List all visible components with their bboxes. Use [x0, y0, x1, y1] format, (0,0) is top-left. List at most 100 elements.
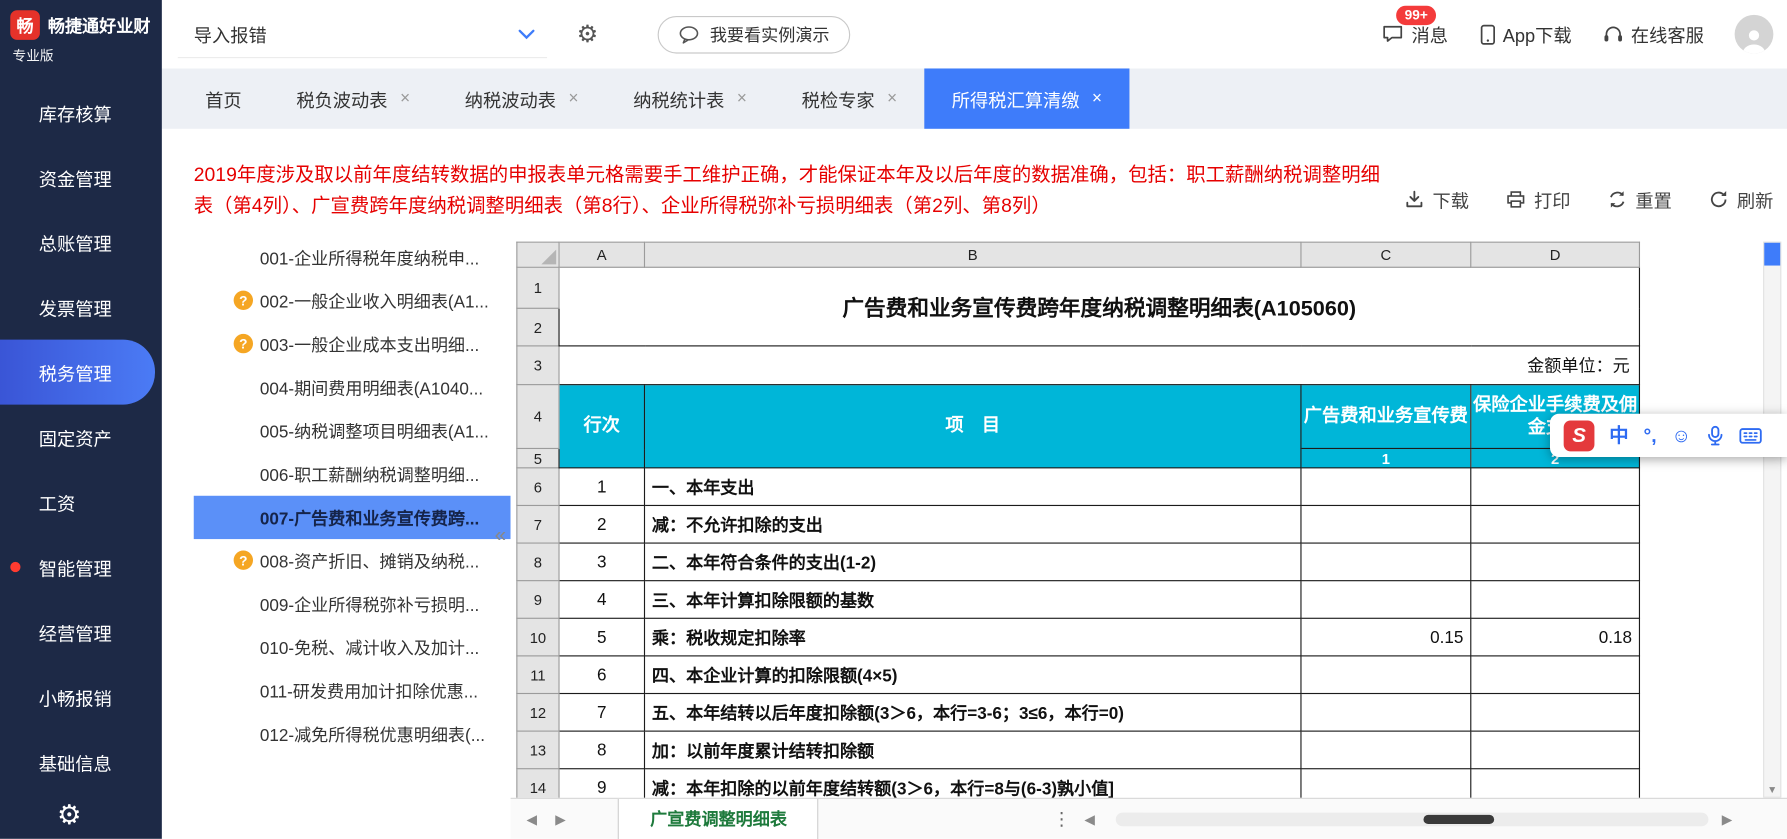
- cell-value-d[interactable]: [1470, 692, 1641, 732]
- cell-item[interactable]: 四、本企业计算的扣除限额(4×5): [643, 655, 1302, 695]
- report-item-005[interactable]: 005-纳税调整项目明细表(A1...: [194, 409, 511, 452]
- cell-value-c[interactable]: [1300, 730, 1472, 770]
- more-options-icon[interactable]: ⋮: [1052, 807, 1070, 830]
- report-item-002[interactable]: ? 002-一般企业收入明细表(A1...: [194, 279, 511, 322]
- row-header-11[interactable]: 11: [516, 655, 560, 695]
- horizontal-scrollbar[interactable]: [1115, 812, 1709, 826]
- ime-language-mode-icon[interactable]: 中: [1609, 426, 1628, 445]
- ime-microphone-icon[interactable]: [1706, 425, 1724, 446]
- online-service-button[interactable]: 在线客服: [1602, 21, 1704, 48]
- help-icon[interactable]: ?: [233, 550, 254, 570]
- cell-item[interactable]: 乘：税收规定扣除率: [643, 617, 1302, 657]
- sidebar-item-invoice[interactable]: 发票管理: [0, 275, 162, 340]
- close-icon[interactable]: ×: [400, 89, 410, 108]
- tab-tax-fluctuation[interactable]: 纳税波动表 ×: [437, 68, 605, 128]
- print-button[interactable]: 打印: [1505, 186, 1570, 213]
- cell-value-d[interactable]: [1470, 504, 1641, 544]
- close-icon[interactable]: ×: [887, 89, 897, 108]
- tab-home[interactable]: 首页: [178, 68, 269, 128]
- cell-item[interactable]: 一、本年支出: [643, 467, 1302, 507]
- cell-item[interactable]: 二、本年符合条件的支出(1-2): [643, 542, 1302, 582]
- row-header-4[interactable]: 4: [516, 384, 560, 450]
- cell-value-c[interactable]: [1300, 692, 1472, 732]
- report-item-012[interactable]: 012-减免所得税优惠明细表(...: [194, 712, 511, 755]
- head-cell-item[interactable]: 项 目: [643, 384, 1302, 469]
- cell-item[interactable]: 三、本年计算扣除限额的基数: [643, 580, 1302, 619]
- cell-value-c[interactable]: 0.15: [1300, 617, 1472, 657]
- sidebar-item-inventory[interactable]: 库存核算: [0, 80, 162, 145]
- cell-line-num[interactable]: 7: [558, 692, 646, 732]
- ime-emoji-icon[interactable]: ☺: [1671, 426, 1691, 445]
- select-all-corner[interactable]: [516, 241, 560, 268]
- col-header-C[interactable]: C: [1300, 241, 1472, 268]
- report-item-009[interactable]: 009-企业所得税弥补亏损明...: [194, 582, 511, 625]
- report-item-003[interactable]: ? 003-一般企业成本支出明细...: [194, 323, 511, 366]
- cell-line-num[interactable]: 5: [558, 617, 646, 657]
- hscroll-left-icon[interactable]: ◀: [1084, 811, 1095, 827]
- sheet-title-cell[interactable]: 广告费和业务宣传费跨年度纳税调整明细表(A105060): [558, 266, 1641, 347]
- cell-value-d[interactable]: [1470, 730, 1641, 770]
- cell-line-num[interactable]: 2: [558, 504, 646, 544]
- download-button[interactable]: 下载: [1404, 186, 1469, 213]
- sidebar-item-expense[interactable]: 小畅报销: [0, 664, 162, 729]
- subhead-col1[interactable]: 1: [1300, 447, 1472, 469]
- help-icon[interactable]: ?: [233, 290, 254, 310]
- report-item-008[interactable]: ? 008-资产折旧、摊销及纳税...: [194, 539, 511, 582]
- refresh-button[interactable]: 刷新: [1708, 186, 1773, 213]
- row-header-9[interactable]: 9: [516, 580, 560, 619]
- app-download-button[interactable]: App下载: [1479, 21, 1572, 48]
- report-item-007[interactable]: 007-广告费和业务宣传费跨...: [193, 495, 511, 540]
- horizontal-scrollbar-thumb[interactable]: [1423, 814, 1495, 824]
- col-header-A[interactable]: A: [558, 241, 646, 268]
- row-header-12[interactable]: 12: [516, 692, 560, 732]
- sheet-tab-adfee[interactable]: 广宣费调整明细表: [618, 798, 819, 839]
- close-icon[interactable]: ×: [568, 89, 578, 108]
- sidebar-item-general-ledger[interactable]: 总账管理: [0, 210, 162, 275]
- tab-tax-statistics[interactable]: 纳税统计表 ×: [606, 68, 774, 128]
- import-error-dropdown[interactable]: 导入报错: [177, 10, 548, 59]
- user-avatar[interactable]: [1734, 14, 1774, 54]
- report-item-001[interactable]: 001-企业所得税年度纳税申...: [194, 236, 511, 279]
- collapse-panel-icon[interactable]: «: [495, 523, 506, 547]
- tab-tax-burden[interactable]: 税负波动表 ×: [269, 68, 437, 128]
- row-header-7[interactable]: 7: [516, 504, 560, 544]
- reset-button[interactable]: 重置: [1607, 186, 1672, 213]
- cell-item[interactable]: 减：不允许扣除的支出: [643, 504, 1302, 544]
- row-header-13[interactable]: 13: [516, 730, 560, 770]
- gear-icon[interactable]: ⚙: [577, 20, 598, 48]
- row-header-2[interactable]: 2: [516, 307, 560, 347]
- sheet-prev-icon[interactable]: ◀: [527, 811, 538, 827]
- close-icon[interactable]: ×: [737, 89, 747, 108]
- report-item-006[interactable]: 006-职工薪酬纳税调整明细...: [194, 452, 511, 495]
- help-icon[interactable]: ?: [233, 333, 254, 354]
- sidebar-item-payroll[interactable]: 工资: [0, 470, 162, 535]
- settings-gear-icon[interactable]: ⚙: [57, 799, 82, 832]
- cell-value-d[interactable]: [1470, 542, 1641, 582]
- cell-value-c[interactable]: [1300, 504, 1472, 544]
- cell-value-c[interactable]: [1300, 467, 1472, 507]
- close-icon[interactable]: ×: [1092, 89, 1102, 108]
- row-header-10[interactable]: 10: [516, 617, 560, 657]
- cell-line-num[interactable]: 3: [558, 542, 646, 582]
- cell-value-c[interactable]: [1300, 542, 1472, 582]
- row-header-1[interactable]: 1: [516, 266, 560, 309]
- cell-item[interactable]: 五、本年结转以后年度扣除额(3＞6，本行=3-6；3≤6，本行=0): [643, 692, 1302, 732]
- col-header-D[interactable]: D: [1470, 241, 1641, 268]
- report-item-010[interactable]: 010-免税、减计收入及加计...: [194, 626, 511, 669]
- cell-line-num[interactable]: 1: [558, 467, 646, 507]
- messages-button[interactable]: 99+ 消息: [1382, 5, 1448, 48]
- sidebar-item-tax[interactable]: 税务管理: [0, 339, 155, 405]
- cell-value-d[interactable]: [1470, 467, 1641, 507]
- row-header-6[interactable]: 6: [516, 467, 560, 507]
- cell-line-num[interactable]: 4: [558, 580, 646, 619]
- row-header-8[interactable]: 8: [516, 542, 560, 582]
- row-header-5[interactable]: 5: [516, 447, 560, 469]
- cell-line-num[interactable]: 8: [558, 730, 646, 770]
- scroll-down-arrow-icon[interactable]: ▼: [1764, 784, 1780, 795]
- unit-cell[interactable]: 金额单位：元: [558, 345, 1641, 386]
- sidebar-item-base-info[interactable]: 基础信息: [0, 729, 162, 794]
- sheet-next-icon[interactable]: ▶: [555, 811, 566, 827]
- vertical-scrollbar-thumb[interactable]: [1764, 242, 1781, 266]
- vertical-scrollbar[interactable]: ▼: [1763, 241, 1782, 798]
- tab-tax-expert[interactable]: 税检专家 ×: [774, 68, 924, 128]
